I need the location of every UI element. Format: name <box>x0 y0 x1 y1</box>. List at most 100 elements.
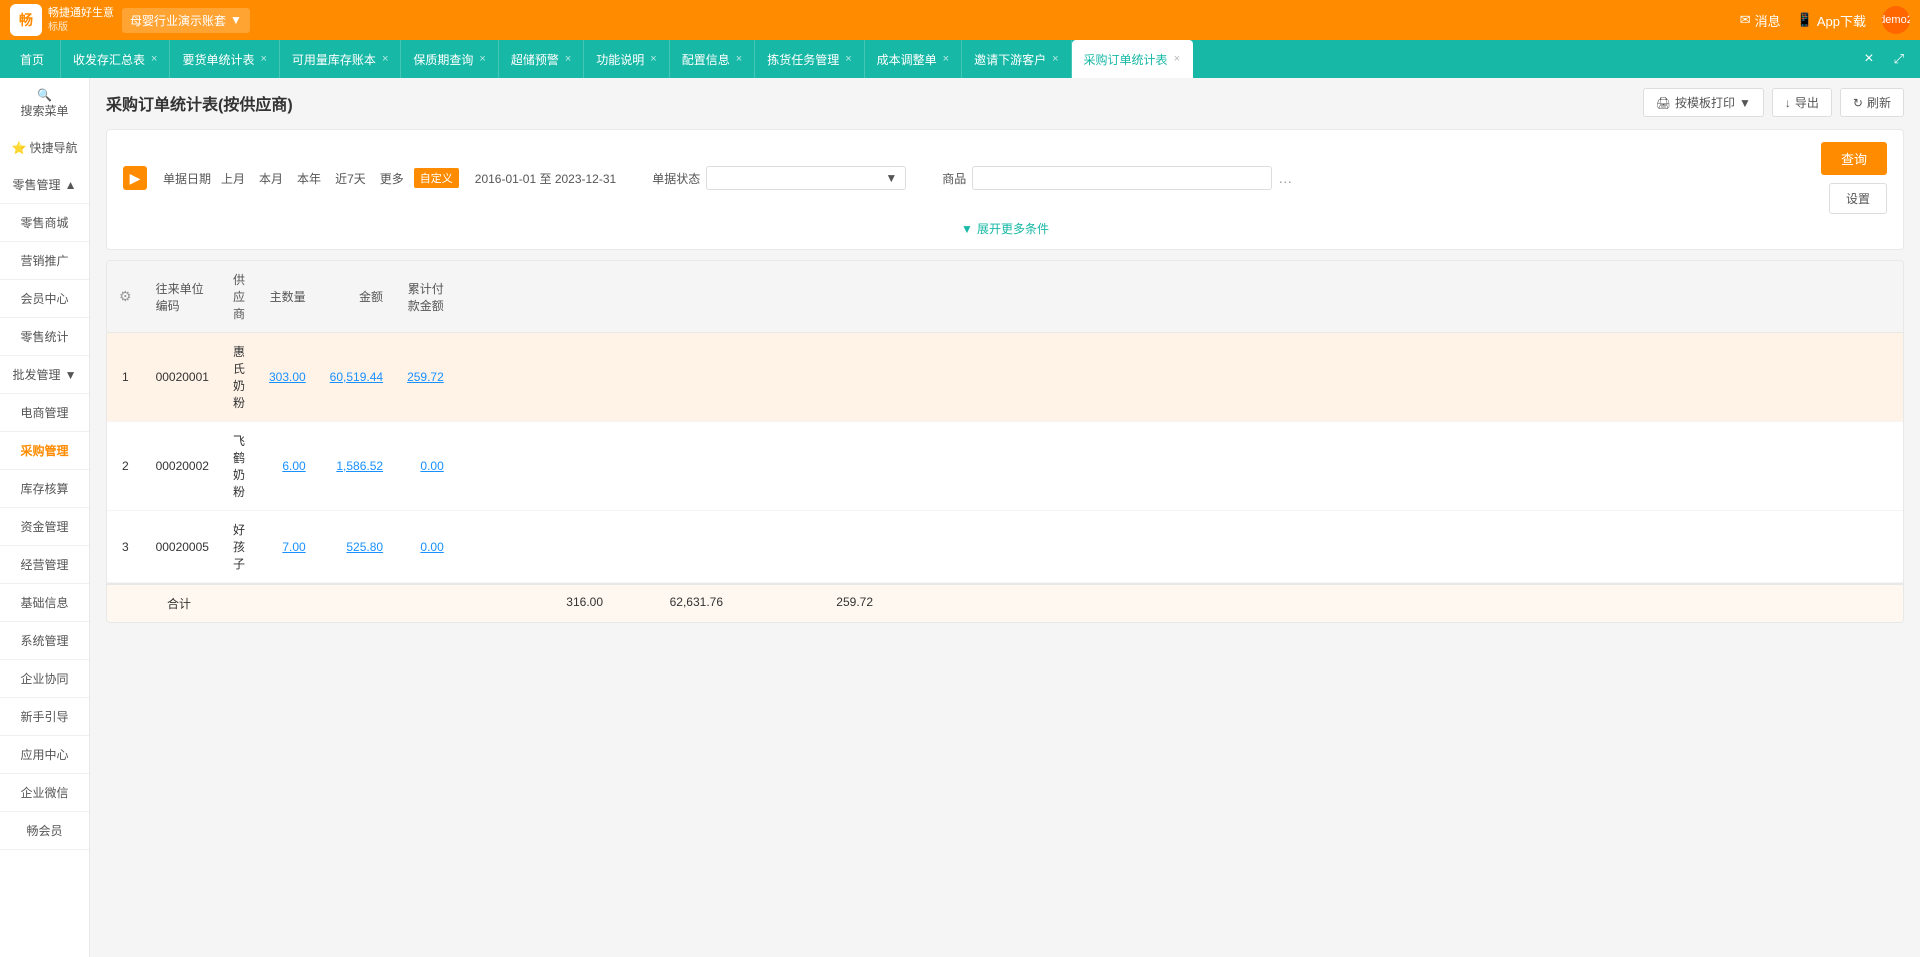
sidebar-item-retail-shop[interactable]: 零售商城 <box>0 204 89 242</box>
amount-cell: 525.80 <box>318 511 395 583</box>
partner-code-cell: 00020002 <box>144 422 221 511</box>
tab-close-icon[interactable]: × <box>845 53 851 65</box>
main-qty-header: 主数量 <box>257 261 318 333</box>
filter-toggle-button[interactable]: ▶ <box>123 166 147 190</box>
row-index: 3 <box>107 511 144 583</box>
sidebar-item-enterprise-wechat[interactable]: 企业微信 <box>0 774 89 812</box>
paid-amount-cell: 259.72 <box>395 333 456 422</box>
date-range-display: 2016-01-01 至 2023-12-31 <box>475 170 616 187</box>
tab-close-icon[interactable]: × <box>565 53 571 65</box>
star-icon: ⭐ <box>12 141 27 155</box>
sidebar-item-retail-stats[interactable]: 零售统计 <box>0 318 89 356</box>
amount-cell: 1,586.52 <box>318 422 395 511</box>
table-header-row: ⚙ 往来单位编码 供应商 主数量 金额 累计付款金额 <box>107 261 1903 333</box>
setting-button[interactable]: 设置 <box>1829 183 1887 214</box>
tab-receive-summary[interactable]: 收发存汇总表 × <box>61 40 170 78</box>
avatar[interactable]: demo2 <box>1882 6 1910 34</box>
goods-input[interactable] <box>972 166 1272 190</box>
date-prev-month-btn[interactable]: 上月 <box>217 168 249 189</box>
date-7days-btn[interactable]: 近7天 <box>331 168 370 189</box>
export-button[interactable]: ↓ 导出 <box>1772 88 1832 117</box>
footer-main-qty: 316.00 <box>519 595 619 612</box>
expand-more-button[interactable]: ▼ 展开更多条件 <box>123 220 1887 237</box>
app-download-button[interactable]: 📱 App下载 <box>1797 11 1866 30</box>
tab-overstock-warning[interactable]: 超储预警 × <box>499 40 584 78</box>
tab-invite-downstream[interactable]: 邀请下游客户 × <box>962 40 1071 78</box>
table-row: 3 00020005 好孩子 7.00 525.80 0.00 <box>107 511 1903 583</box>
sidebar-search[interactable]: 🔍 搜索菜单 <box>0 78 89 129</box>
sidebar-item-retail-manage[interactable]: 零售管理 ▲ <box>0 166 89 204</box>
tab-purchase-stat[interactable]: 采购订单统计表 × <box>1072 40 1193 78</box>
tab-config-info[interactable]: 配置信息 × <box>670 40 755 78</box>
tab-close-icon[interactable]: × <box>260 53 266 65</box>
data-table: ⚙ 往来单位编码 供应商 主数量 金额 累计付款金额 1 00020001 <box>107 261 1903 583</box>
sidebar-item-sys-manage[interactable]: 系统管理 <box>0 622 89 660</box>
workspace-selector[interactable]: 母婴行业演示账套 ▼ <box>122 8 250 33</box>
sidebar-item-new-guide[interactable]: 新手引导 <box>0 698 89 736</box>
nav-close-button[interactable]: × <box>1858 48 1879 70</box>
date-this-month-btn[interactable]: 本月 <box>255 168 287 189</box>
tab-close-icon[interactable]: × <box>1174 53 1180 65</box>
main-qty-cell: 6.00 <box>257 422 318 511</box>
main-layout: 🔍 搜索菜单 ⭐ 快捷导航 零售管理 ▲ 零售商城 营销推广 会员中心 零售统计… <box>0 78 1920 957</box>
sidebar-item-member-center[interactable]: 会员中心 <box>0 280 89 318</box>
tab-close-icon[interactable]: × <box>479 53 485 65</box>
sidebar-item-wholesale-manage[interactable]: 批发管理 ▼ <box>0 356 89 394</box>
sidebar-item-stock-check[interactable]: 库存核算 <box>0 470 89 508</box>
tab-order-summary[interactable]: 要货单统计表 × <box>170 40 279 78</box>
page-actions: 🖨 按模板打印 ▼ ↓ 导出 ↻ 刷新 <box>1643 88 1904 117</box>
tab-pick-task[interactable]: 拣货任务管理 × <box>755 40 864 78</box>
logo-area: 畅 畅捷通好生意 标版 <box>10 4 114 36</box>
sidebar-item-member[interactable]: 畅会员 <box>0 812 89 850</box>
tab-home[interactable]: 首页 <box>4 40 61 78</box>
status-select[interactable]: ▼ <box>706 166 906 190</box>
tab-close-icon[interactable]: × <box>650 53 656 65</box>
template-print-button[interactable]: 🖨 按模板打印 ▼ <box>1643 88 1764 117</box>
supplier-header: 供应商 <box>221 261 257 333</box>
date-custom-tag[interactable]: 自定义 <box>414 168 459 188</box>
supplier-cell: 好孩子 <box>221 511 257 583</box>
column-settings-icon[interactable]: ⚙ <box>119 288 132 304</box>
row-index: 1 <box>107 333 144 422</box>
chevron-down-icon: ▼ <box>65 368 77 382</box>
sidebar-item-app-center[interactable]: 应用中心 <box>0 736 89 774</box>
partner-code-cell: 00020001 <box>144 333 221 422</box>
more-icon[interactable]: … <box>1278 170 1292 186</box>
sidebar-item-fund-manage[interactable]: 资金管理 <box>0 508 89 546</box>
paid-amount-cell: 0.00 <box>395 511 456 583</box>
page-title-bar: 采购订单统计表(按供应商) 🖨 按模板打印 ▼ ↓ 导出 ↻ 刷新 <box>106 88 1904 117</box>
refresh-button[interactable]: ↻ 刷新 <box>1840 88 1904 117</box>
tab-close-icon[interactable]: × <box>943 53 949 65</box>
table-footer: 合计 316.00 62,631.76 259.72 <box>107 583 1903 622</box>
export-icon: ↓ <box>1785 96 1791 110</box>
footer-amount: 62,631.76 <box>619 595 739 612</box>
message-button[interactable]: ✉ 消息 <box>1740 11 1781 30</box>
tab-expiry-query[interactable]: 保质期查询 × <box>401 40 498 78</box>
tab-close-icon[interactable]: × <box>1052 53 1058 65</box>
sidebar-item-enterprise-coop[interactable]: 企业协同 <box>0 660 89 698</box>
sidebar-item-marketing[interactable]: 营销推广 <box>0 242 89 280</box>
tab-close-icon[interactable]: × <box>382 53 388 65</box>
chevron-down-icon: ▲ <box>65 178 77 192</box>
date-more-btn[interactable]: 更多 <box>376 168 408 189</box>
query-button[interactable]: 查询 <box>1821 142 1887 175</box>
date-this-year-btn[interactable]: 本年 <box>293 168 325 189</box>
table-row: 1 00020001 惠氏奶粉 303.00 60,519.44 259.72 <box>107 333 1903 422</box>
table-row: 2 00020002 飞鹤奶粉 6.00 1,586.52 0.00 <box>107 422 1903 511</box>
tab-available-stock[interactable]: 可用量库存账本 × <box>280 40 401 78</box>
sidebar-item-ecommerce[interactable]: 电商管理 <box>0 394 89 432</box>
sidebar-item-purchase-manage[interactable]: 采购管理 <box>0 432 89 470</box>
partner-code-header: 往来单位编码 <box>144 261 221 333</box>
logo-icon: 畅 <box>10 4 42 36</box>
tab-function-desc[interactable]: 功能说明 × <box>584 40 669 78</box>
sidebar-quick-nav[interactable]: ⭐ 快捷导航 <box>0 129 89 166</box>
tab-close-icon[interactable]: × <box>736 53 742 65</box>
sidebar-item-basic-info[interactable]: 基础信息 <box>0 584 89 622</box>
tab-close-icon[interactable]: × <box>151 53 157 65</box>
filter-row: ▶ 单据日期 上月 本月 本年 近7天 更多 自定义 2016-01-01 至 … <box>123 142 1887 214</box>
nav-expand-button[interactable]: ⤢ <box>1888 49 1910 69</box>
download-icon: 📱 <box>1797 12 1813 28</box>
tab-cost-adjust[interactable]: 成本调整单 × <box>865 40 962 78</box>
sidebar-item-ops-manage[interactable]: 经营管理 <box>0 546 89 584</box>
nav-actions: × ⤢ <box>1858 48 1916 70</box>
